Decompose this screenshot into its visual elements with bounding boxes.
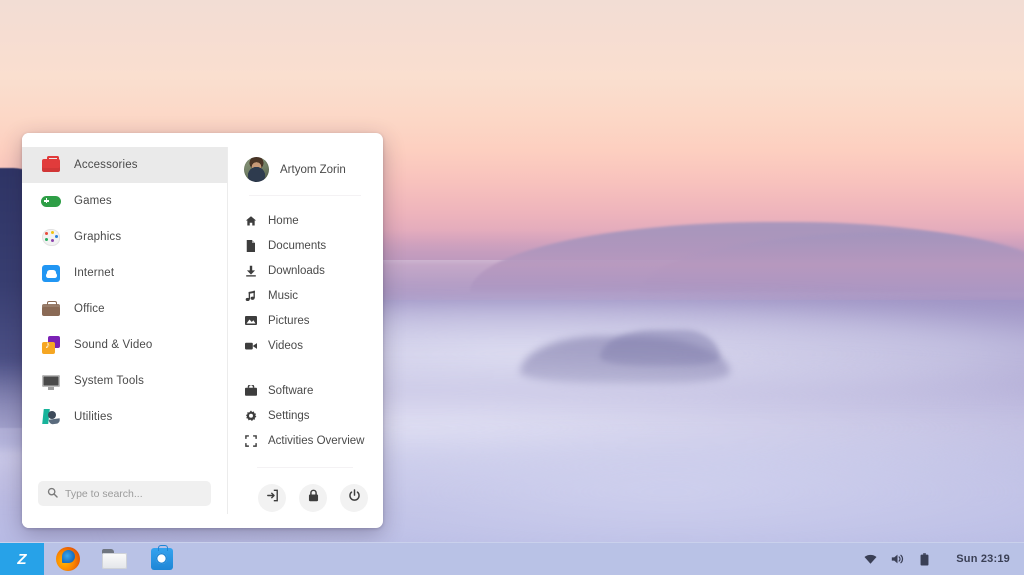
category-label: Games: [74, 195, 112, 207]
clock[interactable]: Sun 23:19: [956, 553, 1010, 565]
category-item-office[interactable]: Office: [22, 291, 227, 327]
firefox-icon: [55, 547, 80, 571]
category-item-internet[interactable]: Internet: [22, 255, 227, 291]
search-icon: [47, 485, 58, 503]
category-label: Utilities: [74, 411, 113, 423]
system-item-activities-overview[interactable]: Activities Overview: [227, 428, 383, 453]
music-icon: [244, 289, 257, 302]
software-store-icon: [150, 545, 173, 570]
place-item-music[interactable]: Music: [227, 283, 383, 308]
category-list: Accessories Games Graphics Internet Offi…: [22, 133, 227, 481]
category-item-system-tools[interactable]: System Tools: [22, 363, 227, 399]
toolbox-icon: [40, 154, 62, 176]
menu-categories-panel: Accessories Games Graphics Internet Offi…: [22, 133, 228, 528]
software-bag-icon: [244, 384, 257, 397]
taskbar-item-files[interactable]: [91, 543, 138, 575]
battery-icon[interactable]: [917, 552, 931, 566]
shutdown-button[interactable]: [340, 484, 368, 512]
logout-icon: [266, 489, 279, 507]
category-label: Internet: [74, 267, 115, 279]
place-label: Home: [268, 214, 299, 227]
expand-frame-icon: [244, 434, 257, 447]
monitor-icon: [40, 370, 62, 392]
system-list: Software Settings Activities Overview: [227, 358, 383, 453]
document-icon: [244, 239, 257, 252]
search-placeholder: Type to search...: [65, 487, 143, 500]
power-icon: [348, 489, 361, 507]
download-icon: [244, 264, 257, 277]
system-label: Settings: [268, 409, 310, 422]
place-item-pictures[interactable]: Pictures: [227, 308, 383, 333]
system-label: Activities Overview: [268, 434, 365, 447]
place-item-downloads[interactable]: Downloads: [227, 258, 383, 283]
zorin-menu-button[interactable]: Z: [0, 542, 44, 575]
menu-side-panel: Artyom Zorin Home Documents Downloads Mu…: [227, 133, 383, 528]
search-area: Type to search...: [22, 481, 227, 528]
palette-icon: [40, 226, 62, 248]
desktop: Accessories Games Graphics Internet Offi…: [0, 0, 1024, 575]
user-account-item[interactable]: Artyom Zorin: [227, 133, 383, 189]
category-item-graphics[interactable]: Graphics: [22, 219, 227, 255]
avatar: [244, 157, 269, 182]
zorin-logo-icon: Z: [17, 550, 27, 568]
places-list: Home Documents Downloads Music Pictures …: [227, 196, 383, 358]
category-item-accessories[interactable]: Accessories: [22, 147, 227, 183]
place-label: Videos: [268, 339, 303, 352]
place-label: Music: [268, 289, 299, 302]
category-label: Office: [74, 303, 105, 315]
image-icon: [244, 314, 257, 327]
category-item-utilities[interactable]: Utilities: [22, 399, 227, 435]
taskbar-item-firefox[interactable]: [44, 543, 91, 575]
wrench-flag-icon: [40, 406, 62, 428]
place-label: Pictures: [268, 314, 310, 327]
place-item-documents[interactable]: Documents: [227, 233, 383, 258]
place-item-home[interactable]: Home: [227, 208, 383, 233]
place-item-videos[interactable]: Videos: [227, 333, 383, 358]
music-note-icon: [40, 334, 62, 356]
lock-icon: [307, 489, 320, 507]
taskbar-item-software[interactable]: [138, 543, 185, 575]
category-item-games[interactable]: Games: [22, 183, 227, 219]
system-item-settings[interactable]: Settings: [227, 403, 383, 428]
log-out-button[interactable]: [258, 484, 286, 512]
volume-icon[interactable]: [890, 552, 904, 566]
lock-button[interactable]: [299, 484, 327, 512]
taskbar: Z Sun 23:19: [0, 542, 1024, 575]
category-label: Graphics: [74, 231, 122, 243]
place-label: Downloads: [268, 264, 325, 277]
gamepad-icon: [40, 190, 62, 212]
system-label: Software: [268, 384, 314, 397]
wifi-icon[interactable]: [863, 552, 877, 566]
gear-icon: [244, 409, 257, 422]
briefcase-icon: [40, 298, 62, 320]
category-label: System Tools: [74, 375, 144, 387]
cloud-icon: [40, 262, 62, 284]
category-label: Sound & Video: [74, 339, 153, 351]
session-action-buttons: [227, 468, 383, 512]
system-tray: Sun 23:19: [863, 552, 1024, 566]
video-camera-icon: [244, 339, 257, 352]
category-label: Accessories: [74, 159, 138, 171]
home-icon: [244, 214, 257, 227]
folder-icon: [102, 549, 127, 569]
system-item-software[interactable]: Software: [227, 378, 383, 403]
place-label: Documents: [268, 239, 327, 252]
category-item-sound-video[interactable]: Sound & Video: [22, 327, 227, 363]
application-menu[interactable]: Accessories Games Graphics Internet Offi…: [22, 133, 383, 528]
search-input[interactable]: Type to search...: [38, 481, 211, 506]
user-name: Artyom Zorin: [280, 163, 346, 176]
